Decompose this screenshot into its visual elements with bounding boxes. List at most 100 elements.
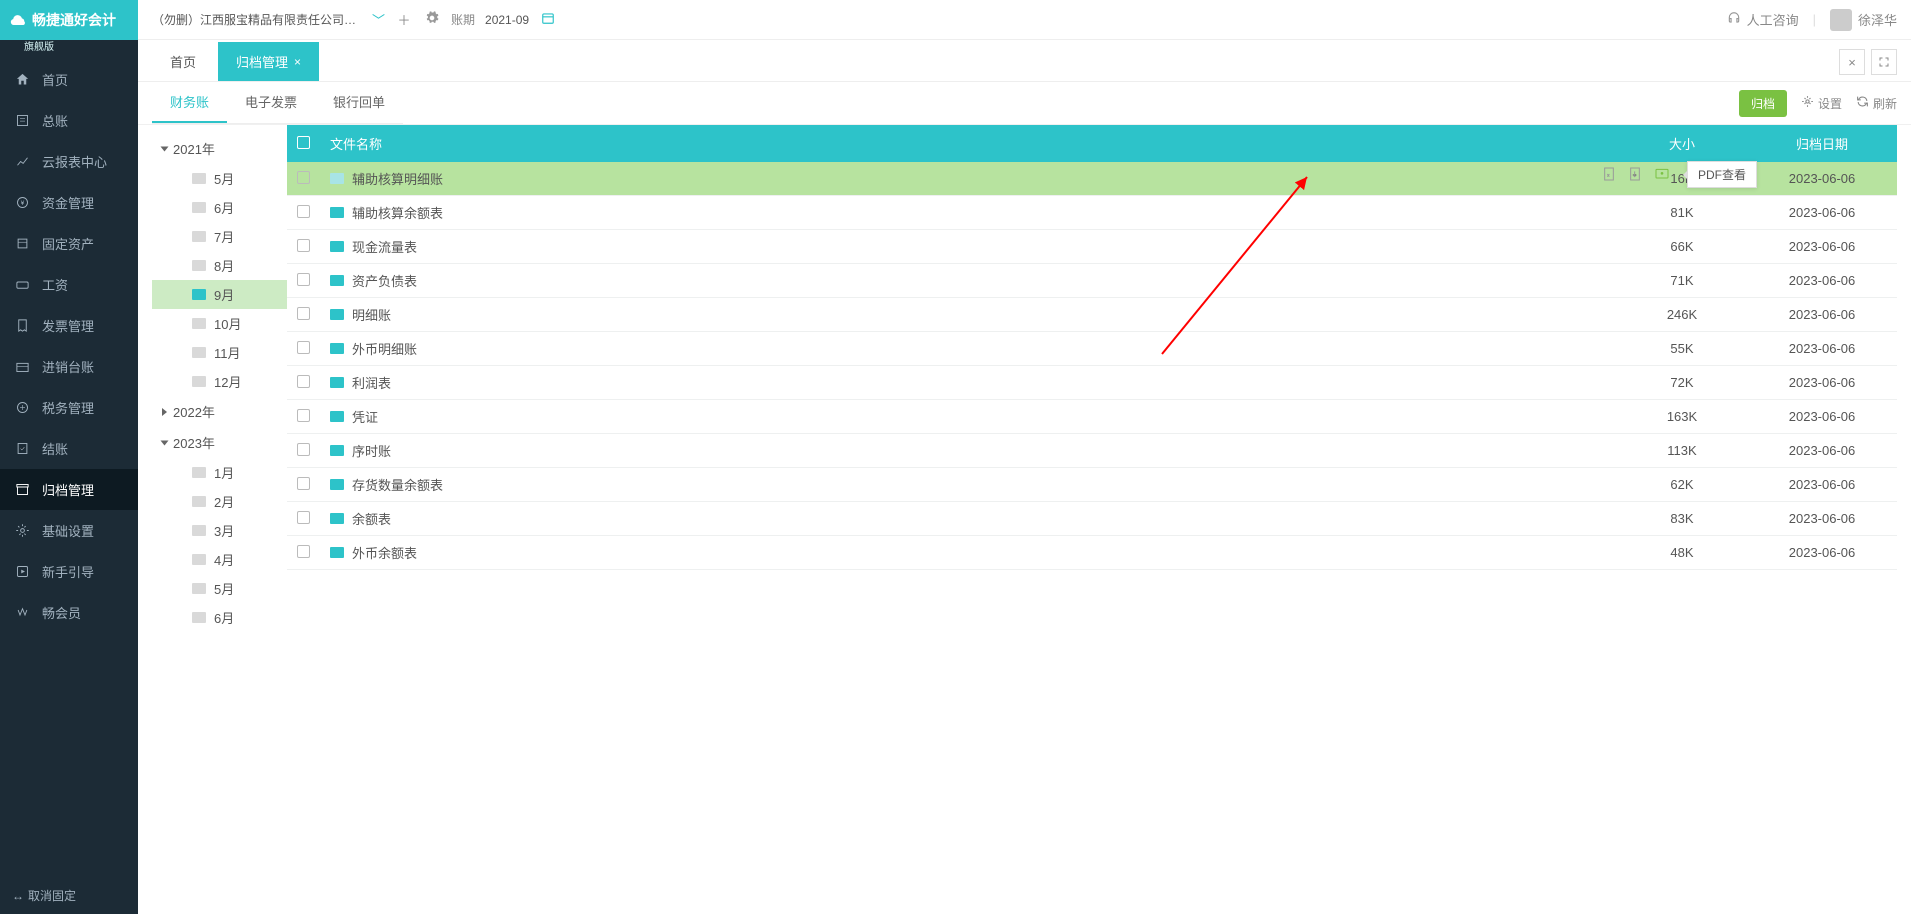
sidebar-item-invoice[interactable]: 发票管理 bbox=[0, 305, 138, 346]
tree-year[interactable]: 2021年 bbox=[152, 133, 287, 164]
archive-icon bbox=[14, 482, 30, 498]
sidebar-item-archive[interactable]: 归档管理 bbox=[0, 469, 138, 510]
pdf-view-icon[interactable] bbox=[1653, 165, 1671, 183]
sidebar-item-salary[interactable]: 工资 bbox=[0, 264, 138, 305]
table-row[interactable]: 资产负债表71K2023-06-06 bbox=[287, 264, 1897, 298]
row-checkbox[interactable] bbox=[297, 205, 310, 218]
nav-label: 进销台账 bbox=[42, 357, 94, 376]
sidebar-item-inventory[interactable]: 进销台账 bbox=[0, 346, 138, 387]
folder-icon bbox=[330, 547, 344, 558]
period-value[interactable]: 2021-09 bbox=[485, 13, 529, 27]
table-row[interactable]: 现金流量表66K2023-06-06 bbox=[287, 230, 1897, 264]
month-label: 6月 bbox=[214, 198, 234, 217]
row-checkbox[interactable] bbox=[297, 409, 310, 422]
download-excel-icon[interactable] bbox=[1601, 165, 1619, 183]
sidebar-item-vip[interactable]: 畅会员 bbox=[0, 592, 138, 633]
tree-month[interactable]: 11月 bbox=[152, 338, 287, 367]
asset-icon bbox=[14, 236, 30, 252]
sidebar-item-asset[interactable]: 固定资产 bbox=[0, 223, 138, 264]
calendar-icon[interactable] bbox=[539, 11, 557, 28]
ledger-icon bbox=[14, 113, 30, 129]
row-checkbox[interactable] bbox=[297, 341, 310, 354]
month-label: 1月 bbox=[214, 463, 234, 482]
help-link[interactable]: 人工咨询 bbox=[1727, 10, 1799, 29]
topbar: （勿删）江西服宝精品有限责任公司（... ﹀ ＋ 账期 2021-09 人工咨询… bbox=[138, 0, 1911, 40]
company-selector[interactable]: （勿删）江西服宝精品有限责任公司（... bbox=[152, 11, 362, 28]
tree-month[interactable]: 6月 bbox=[152, 193, 287, 222]
file-size: 55K bbox=[1617, 332, 1747, 366]
table-row[interactable]: 辅助核算余额表81K2023-06-06 bbox=[287, 196, 1897, 230]
tree-month[interactable]: 6月 bbox=[152, 603, 287, 632]
col-size[interactable]: 大小 bbox=[1617, 125, 1747, 162]
tree-month[interactable]: 3月 bbox=[152, 516, 287, 545]
col-date[interactable]: 归档日期 bbox=[1747, 125, 1897, 162]
sidebar-item-tax[interactable]: 税务管理 bbox=[0, 387, 138, 428]
tree-month[interactable]: 9月 bbox=[152, 280, 287, 309]
tree-year[interactable]: 2023年 bbox=[152, 427, 287, 458]
refresh-link[interactable]: 刷新 bbox=[1856, 95, 1897, 112]
tree-month[interactable]: 10月 bbox=[152, 309, 287, 338]
table-row[interactable]: 存货数量余额表62K2023-06-06 bbox=[287, 468, 1897, 502]
unpin-sidebar[interactable]: ↔ 取消固定 bbox=[0, 877, 138, 914]
select-all-checkbox[interactable] bbox=[297, 136, 310, 149]
add-button[interactable]: ＋ bbox=[395, 10, 413, 29]
tree-year[interactable]: 2022年 bbox=[152, 396, 287, 427]
subtab-0[interactable]: 财务账 bbox=[152, 82, 227, 123]
archive-button[interactable]: 归档 bbox=[1739, 90, 1787, 117]
close-icon[interactable]: × bbox=[294, 55, 301, 69]
table-row[interactable]: 凭证163K2023-06-06 bbox=[287, 400, 1897, 434]
svg-text:¥: ¥ bbox=[20, 200, 24, 207]
row-checkbox[interactable] bbox=[297, 443, 310, 456]
invoice-icon bbox=[14, 318, 30, 334]
sidebar-item-gear[interactable]: 基础设置 bbox=[0, 510, 138, 551]
sidebar-item-chart[interactable]: 云报表中心 bbox=[0, 141, 138, 182]
table-row[interactable]: 外币明细账55K2023-06-06 bbox=[287, 332, 1897, 366]
folder-icon bbox=[192, 202, 206, 213]
tab-archive[interactable]: 归档管理 × bbox=[218, 42, 319, 81]
row-checkbox[interactable] bbox=[297, 307, 310, 320]
col-name[interactable]: 文件名称 bbox=[320, 125, 1617, 162]
settings-link[interactable]: 设置 bbox=[1801, 95, 1842, 112]
folder-icon bbox=[330, 241, 344, 252]
nav-label: 基础设置 bbox=[42, 521, 94, 540]
row-checkbox[interactable] bbox=[297, 239, 310, 252]
settings-icon[interactable] bbox=[423, 11, 441, 28]
file-size: 81K bbox=[1617, 196, 1747, 230]
tree-month[interactable]: 4月 bbox=[152, 545, 287, 574]
chart-icon bbox=[14, 154, 30, 170]
subtab-2[interactable]: 银行回单 bbox=[315, 82, 403, 123]
row-checkbox[interactable] bbox=[297, 545, 310, 558]
close-panel-button[interactable]: × bbox=[1839, 49, 1865, 75]
table-row[interactable]: 余额表83K2023-06-06 bbox=[287, 502, 1897, 536]
table-row[interactable]: 利润表72K2023-06-06 bbox=[287, 366, 1897, 400]
tree-month[interactable]: 7月 bbox=[152, 222, 287, 251]
file-date: 2023-06-06 bbox=[1747, 366, 1897, 400]
sidebar-item-money[interactable]: ¥资金管理 bbox=[0, 182, 138, 223]
tree-month[interactable]: 5月 bbox=[152, 164, 287, 193]
row-checkbox[interactable] bbox=[297, 171, 310, 184]
sidebar-item-ledger[interactable]: 总账 bbox=[0, 100, 138, 141]
user-menu[interactable]: 徐泽华 bbox=[1830, 9, 1897, 31]
fullscreen-button[interactable] bbox=[1871, 49, 1897, 75]
table-row[interactable]: 外币余额表48K2023-06-06 bbox=[287, 536, 1897, 570]
tree-month[interactable]: 8月 bbox=[152, 251, 287, 280]
subtab-1[interactable]: 电子发票 bbox=[227, 82, 315, 123]
month-label: 9月 bbox=[214, 285, 234, 304]
tree-month[interactable]: 12月 bbox=[152, 367, 287, 396]
row-checkbox[interactable] bbox=[297, 477, 310, 490]
sidebar-item-home[interactable]: 首页 bbox=[0, 59, 138, 100]
file-name: 现金流量表 bbox=[352, 237, 417, 256]
table-row[interactable]: 明细账246K2023-06-06 bbox=[287, 298, 1897, 332]
row-checkbox[interactable] bbox=[297, 273, 310, 286]
sidebar-item-close[interactable]: 结账 bbox=[0, 428, 138, 469]
tree-month[interactable]: 1月 bbox=[152, 458, 287, 487]
table-row[interactable]: 序时账113K2023-06-06 bbox=[287, 434, 1897, 468]
download-pdf-icon[interactable] bbox=[1627, 165, 1645, 183]
tab-home[interactable]: 首页 bbox=[152, 42, 214, 81]
chevron-down-icon[interactable]: ﹀ bbox=[372, 10, 385, 29]
row-checkbox[interactable] bbox=[297, 511, 310, 524]
tree-month[interactable]: 5月 bbox=[152, 574, 287, 603]
row-checkbox[interactable] bbox=[297, 375, 310, 388]
sidebar-item-guide[interactable]: 新手引导 bbox=[0, 551, 138, 592]
tree-month[interactable]: 2月 bbox=[152, 487, 287, 516]
